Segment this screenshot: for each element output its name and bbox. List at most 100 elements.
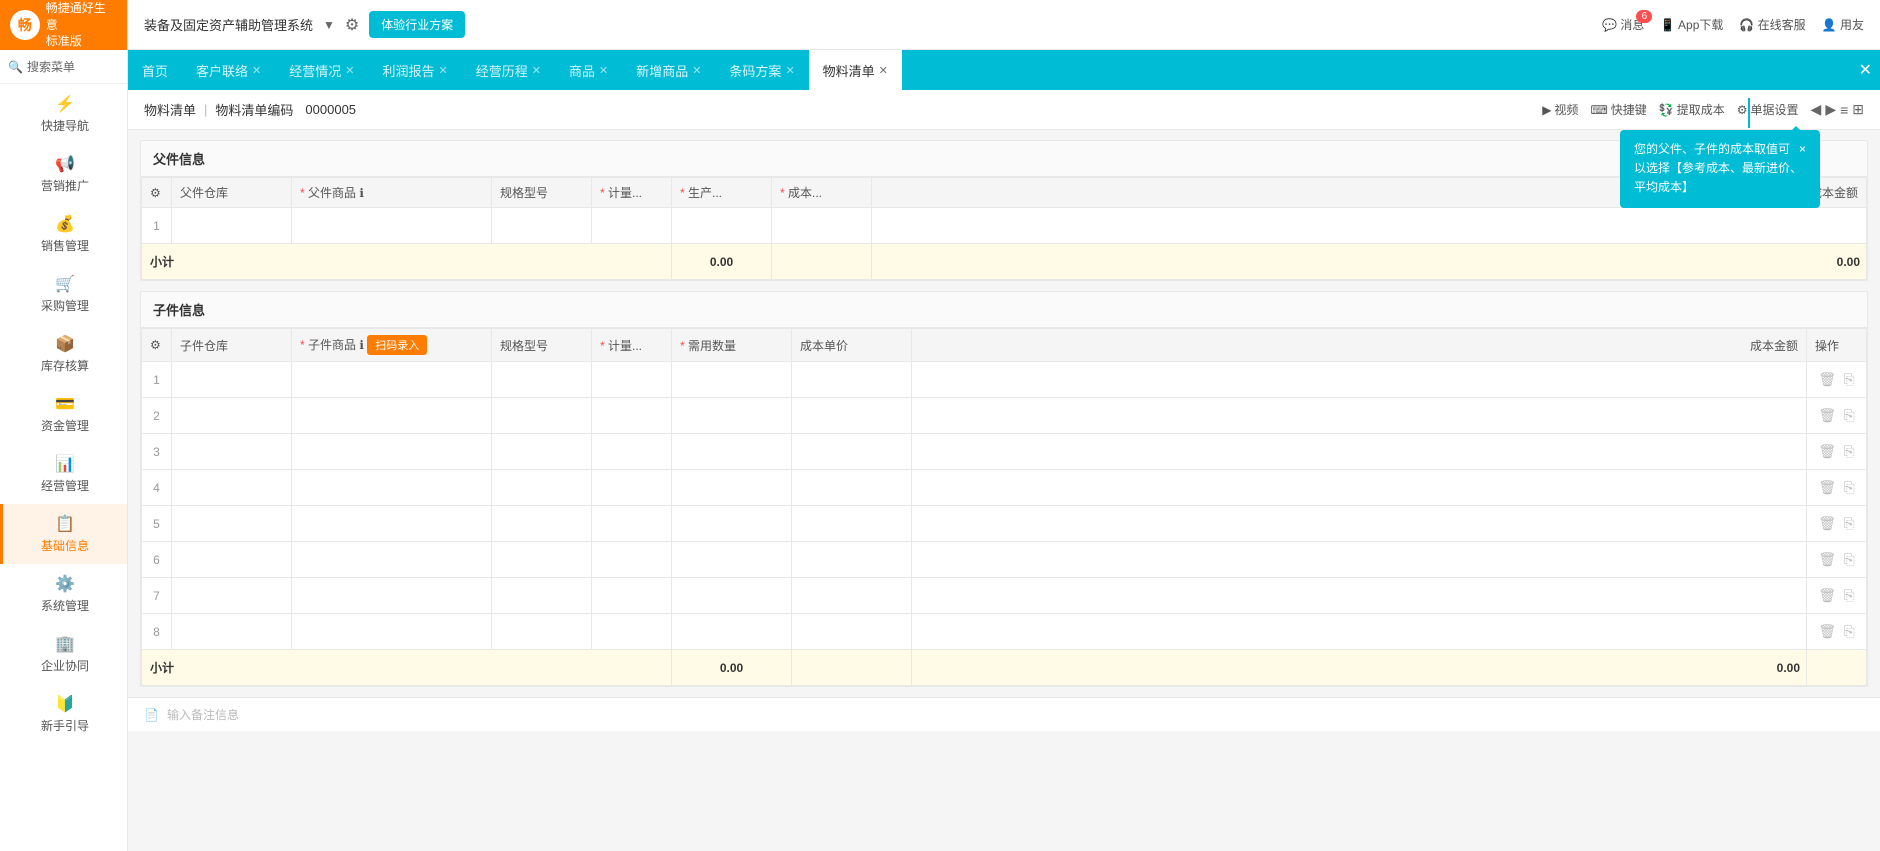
child-unit-7[interactable] xyxy=(592,578,672,614)
next-btn[interactable]: ▶ xyxy=(1825,101,1836,118)
system-dropdown[interactable]: ▼ xyxy=(323,18,335,32)
delete-icon-2[interactable]: 🗑 xyxy=(1818,407,1836,423)
tab-close-icon[interactable]: ✕ xyxy=(439,64,448,77)
delete-icon-4[interactable]: 🗑 xyxy=(1818,479,1836,495)
child-qty-2[interactable] xyxy=(672,398,792,434)
delete-icon-6[interactable]: 🗑 xyxy=(1818,551,1836,567)
sidebar-item-marketing[interactable]: 📢 营销推广 xyxy=(0,144,127,204)
search-menu[interactable]: 🔍 搜索菜单 xyxy=(0,50,127,84)
parent-cell-spec[interactable] xyxy=(492,208,592,244)
child-warehouse-5[interactable] xyxy=(172,506,292,542)
child-qty-4[interactable] xyxy=(672,470,792,506)
tab-close-icon[interactable]: ✕ xyxy=(345,64,354,77)
child-warehouse-3[interactable] xyxy=(172,434,292,470)
tab-home[interactable]: 首页 xyxy=(128,50,182,90)
child-goods-5[interactable] xyxy=(292,506,492,542)
child-spec-3[interactable] xyxy=(492,434,592,470)
tab-close-icon[interactable]: ✕ xyxy=(692,64,701,77)
child-qty-7[interactable] xyxy=(672,578,792,614)
child-spec-1[interactable] xyxy=(492,362,592,398)
child-unit-price-2[interactable] xyxy=(792,398,912,434)
breadcrumb-bom[interactable]: 物料清单 xyxy=(144,100,196,119)
sidebar-item-operation[interactable]: 📊 经营管理 xyxy=(0,444,127,504)
child-col-settings[interactable]: ⚙ xyxy=(142,329,172,362)
copy-icon-6[interactable]: ⎘ xyxy=(1843,551,1854,567)
sidebar-item-finance[interactable]: 💳 资金管理 xyxy=(0,384,127,444)
copy-icon-8[interactable]: ⎘ xyxy=(1843,623,1854,639)
child-warehouse-1[interactable] xyxy=(172,362,292,398)
tab-close-all-icon[interactable]: ✕ xyxy=(1859,60,1872,80)
tab-new-goods[interactable]: 新增商品 ✕ xyxy=(622,50,715,90)
scan-button[interactable]: 扫码录入 xyxy=(367,335,427,355)
view-btn[interactable]: ▶ 视频 xyxy=(1542,101,1578,118)
child-goods-7[interactable] xyxy=(292,578,492,614)
copy-icon-1[interactable]: ⎘ xyxy=(1843,371,1854,387)
tab-profit[interactable]: 利润报告 ✕ xyxy=(368,50,461,90)
delete-icon-7[interactable]: 🗑 xyxy=(1818,587,1836,603)
tooltip-close-btn[interactable]: × xyxy=(1799,140,1806,159)
child-spec-6[interactable] xyxy=(492,542,592,578)
prev-btn[interactable]: ◀ xyxy=(1811,101,1822,118)
parent-cell-warehouse[interactable] xyxy=(172,208,292,244)
child-unit-price-1[interactable] xyxy=(792,362,912,398)
child-warehouse-6[interactable] xyxy=(172,542,292,578)
child-unit-price-7[interactable] xyxy=(792,578,912,614)
tab-goods[interactable]: 商品 ✕ xyxy=(555,50,622,90)
child-unit-8[interactable] xyxy=(592,614,672,650)
child-spec-4[interactable] xyxy=(492,470,592,506)
tab-close-icon[interactable]: ✕ xyxy=(785,64,794,77)
tab-operation-status[interactable]: 经营情况 ✕ xyxy=(275,50,368,90)
child-spec-7[interactable] xyxy=(492,578,592,614)
parent-cell-unit[interactable] xyxy=(592,208,672,244)
child-warehouse-4[interactable] xyxy=(172,470,292,506)
child-goods-8[interactable] xyxy=(292,614,492,650)
child-unit-price-5[interactable] xyxy=(792,506,912,542)
child-goods-1[interactable] xyxy=(292,362,492,398)
sidebar-item-sales[interactable]: 💰 销售管理 xyxy=(0,204,127,264)
child-warehouse-7[interactable] xyxy=(172,578,292,614)
sidebar-item-inventory[interactable]: 📦 库存核算 xyxy=(0,324,127,384)
sidebar-item-purchase[interactable]: 🛒 采购管理 xyxy=(0,264,127,324)
list-view-btn[interactable]: ≡ xyxy=(1840,102,1848,118)
tab-bom[interactable]: 物料清单 ✕ xyxy=(809,50,902,90)
child-unit-5[interactable] xyxy=(592,506,672,542)
child-goods-6[interactable] xyxy=(292,542,492,578)
app-download[interactable]: 📱 App下载 xyxy=(1660,16,1723,33)
child-unit-4[interactable] xyxy=(592,470,672,506)
tab-close-icon[interactable]: ✕ xyxy=(599,64,608,77)
trial-button[interactable]: 体验行业方案 xyxy=(369,11,465,38)
delete-icon-8[interactable]: 🗑 xyxy=(1818,623,1836,639)
parent-cell-production[interactable] xyxy=(672,208,772,244)
child-unit-1[interactable] xyxy=(592,362,672,398)
child-spec-2[interactable] xyxy=(492,398,592,434)
sidebar-item-basic-info[interactable]: 📋 基础信息 xyxy=(0,504,127,564)
delete-icon-1[interactable]: 🗑 xyxy=(1818,371,1836,387)
child-goods-3[interactable] xyxy=(292,434,492,470)
delete-icon-3[interactable]: 🗑 xyxy=(1818,443,1836,459)
child-unit-price-8[interactable] xyxy=(792,614,912,650)
child-unit-6[interactable] xyxy=(592,542,672,578)
shortcut-btn[interactable]: ⌨ 快捷键 xyxy=(1590,101,1646,118)
copy-icon-5[interactable]: ⎘ xyxy=(1843,515,1854,531)
sidebar-item-enterprise[interactable]: 🏢 企业协同 xyxy=(0,624,127,684)
parent-col-settings[interactable]: ⚙ xyxy=(142,178,172,208)
copy-icon-2[interactable]: ⎘ xyxy=(1843,407,1854,423)
settings-icon[interactable]: ⚙ xyxy=(345,15,359,35)
online-service[interactable]: 🎧 在线客服 xyxy=(1739,16,1805,33)
tab-close-icon[interactable]: ✕ xyxy=(252,64,261,77)
child-qty-8[interactable] xyxy=(672,614,792,650)
tab-close-icon[interactable]: ✕ xyxy=(532,64,541,77)
extract-cost-btn[interactable]: 💱 提取成本 xyxy=(1659,101,1725,118)
child-unit-2[interactable] xyxy=(592,398,672,434)
delete-icon-5[interactable]: 🗑 xyxy=(1818,515,1836,531)
sidebar-item-quick-nav[interactable]: ⚡ 快捷导航 xyxy=(0,84,127,144)
tab-history[interactable]: 经营历程 ✕ xyxy=(462,50,555,90)
child-warehouse-8[interactable] xyxy=(172,614,292,650)
expand-btn[interactable]: ⊞ xyxy=(1852,101,1864,118)
parent-cell-cost[interactable] xyxy=(772,208,872,244)
child-goods-4[interactable] xyxy=(292,470,492,506)
child-spec-8[interactable] xyxy=(492,614,592,650)
child-unit-price-4[interactable] xyxy=(792,470,912,506)
copy-icon-3[interactable]: ⎘ xyxy=(1843,443,1854,459)
child-spec-5[interactable] xyxy=(492,506,592,542)
